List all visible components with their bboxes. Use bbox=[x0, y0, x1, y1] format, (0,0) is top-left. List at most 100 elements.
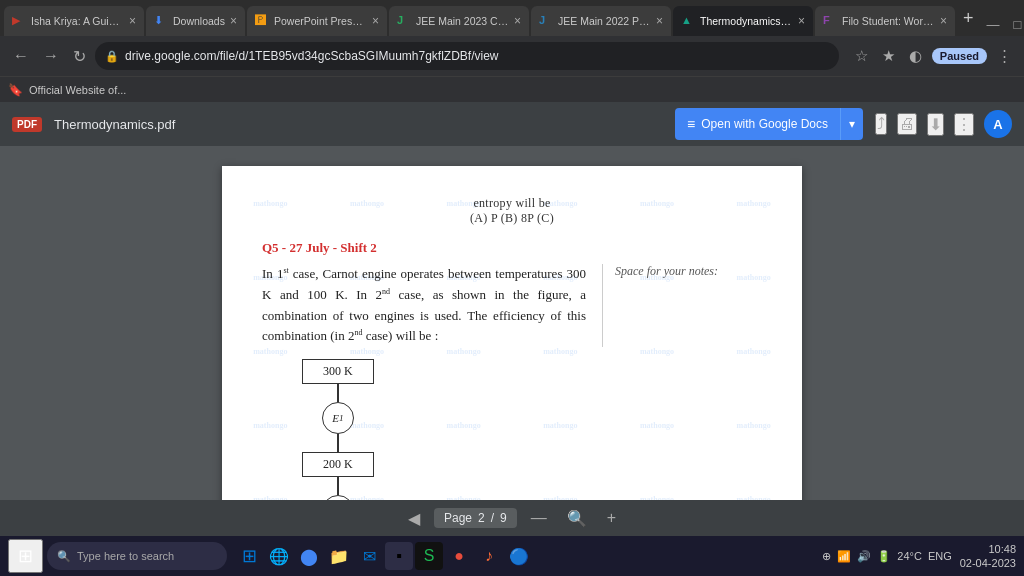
more-options-button[interactable]: ⋮ bbox=[954, 113, 974, 136]
diag-line-3 bbox=[337, 477, 339, 495]
question-text: In 1st case, Carnot engine operates betw… bbox=[262, 264, 602, 347]
taskbar-app-mail[interactable]: ✉ bbox=[355, 542, 383, 570]
tab-close[interactable]: × bbox=[940, 14, 947, 28]
tray-icon-wifi: 📶 bbox=[837, 550, 851, 563]
print-button[interactable]: 🖨 bbox=[897, 113, 917, 135]
tab-isha-kriya[interactable]: ▶ Isha Kriya: A Guided... × bbox=[4, 6, 144, 36]
tab-close[interactable]: × bbox=[230, 14, 237, 28]
tab-bar: ▶ Isha Kriya: A Guided... × ⬇ Downloads … bbox=[0, 0, 1024, 36]
pdf-logo: PDF bbox=[12, 117, 42, 132]
taskbar-app-s[interactable]: S bbox=[415, 542, 443, 570]
tab-label: Filo Student: World's... bbox=[842, 15, 935, 27]
minimize-button[interactable]: — bbox=[981, 13, 1004, 36]
taskbar-app-circle2[interactable]: 🔵 bbox=[505, 542, 533, 570]
bookmarks-bar: 🔖 Official Website of... bbox=[0, 76, 1024, 102]
taskbar-app-db[interactable]: ▪ bbox=[385, 542, 413, 570]
tab-jee2022[interactable]: J JEE Main 2022 Physic... × bbox=[531, 6, 671, 36]
open-with-docs-button[interactable]: ≡ Open with Google Docs bbox=[675, 108, 840, 140]
question-heading: Q5 - 27 July - Shift 2 bbox=[262, 240, 762, 256]
clock-date: 02-04-2023 bbox=[960, 556, 1016, 570]
page-label: Page bbox=[444, 511, 472, 525]
user-avatar[interactable]: A bbox=[984, 110, 1012, 138]
weather-text: 24°C bbox=[897, 550, 922, 562]
profile-icon[interactable]: ◐ bbox=[905, 44, 926, 68]
paused-badge: Paused bbox=[932, 48, 987, 64]
tab-favicon: ▶ bbox=[12, 14, 26, 28]
tab-downloads[interactable]: ⬇ Downloads × bbox=[146, 6, 245, 36]
refresh-button[interactable]: ↻ bbox=[68, 43, 91, 70]
extension-icon[interactable]: ★ bbox=[878, 44, 899, 68]
browser-window: ▶ Isha Kriya: A Guided... × ⬇ Downloads … bbox=[0, 0, 1024, 576]
tab-label: Isha Kriya: A Guided... bbox=[31, 15, 124, 27]
pdf-content: entropy will be (A) P (B) 8P (C) Q5 - 27… bbox=[262, 196, 762, 500]
page-indicator: Page 2 / 9 bbox=[434, 508, 517, 528]
question-body: In 1st case, Carnot engine operates betw… bbox=[262, 264, 762, 347]
navigation-bar: ← → ↻ 🔒 drive.google.com/file/d/1TEB95vd… bbox=[0, 36, 1024, 76]
tab-close[interactable]: × bbox=[372, 14, 379, 28]
maximize-button[interactable]: □ bbox=[1008, 13, 1024, 36]
nav-right-icons: ☆ ★ ◐ Paused ⋮ bbox=[851, 44, 1016, 68]
tab-close[interactable]: × bbox=[129, 14, 136, 28]
tab-thermodynamics[interactable]: ▲ Thermodynamics.pdf × bbox=[673, 6, 813, 36]
zoom-in-button[interactable]: + bbox=[601, 506, 622, 530]
search-button[interactable]: 🔍 bbox=[561, 506, 593, 531]
pdf-title: Thermodynamics.pdf bbox=[54, 117, 663, 132]
zoom-out-button[interactable]: — bbox=[525, 506, 553, 530]
prev-options-text: (A) P (B) 8P (C) bbox=[470, 211, 554, 225]
taskbar-app-chrome[interactable]: ⬤ bbox=[295, 542, 323, 570]
taskbar-right: ⊕ 📶 🔊 🔋 24°C ENG 10:48 02-04-2023 bbox=[822, 542, 1016, 571]
tab-filo[interactable]: F Filo Student: World's... × bbox=[815, 6, 955, 36]
bookmark-star-icon[interactable]: ☆ bbox=[851, 44, 872, 68]
pdf-topbar-right: ⤴ 🖨 ⬇ ⋮ A bbox=[875, 110, 1012, 138]
tab-favicon: 🅿 bbox=[255, 14, 269, 28]
taskbar: ⊞ 🔍 Type here to search ⊞ 🌐 ⬤ 📁 ✉ ▪ S ● … bbox=[0, 536, 1024, 576]
taskbar-app-windows[interactable]: ⊞ bbox=[235, 542, 263, 570]
current-page: 2 bbox=[478, 511, 485, 525]
temp-box-200: 200 K bbox=[302, 452, 374, 477]
notes-label: Space for your notes: bbox=[615, 264, 718, 278]
tab-close[interactable]: × bbox=[798, 14, 805, 28]
diagram-area: 300 K E1 200 K E1 100 K bbox=[262, 359, 762, 500]
new-tab-button[interactable]: + bbox=[957, 8, 980, 29]
prev-page-button[interactable]: ◀ bbox=[402, 506, 426, 531]
diagram-row: 300 K E1 200 K E1 100 K bbox=[302, 359, 424, 500]
tab-label: Thermodynamics.pdf bbox=[700, 15, 793, 27]
diag-line-2 bbox=[337, 434, 339, 452]
pdf-body: // Populated inline below mathongomathon… bbox=[0, 146, 1024, 500]
tab-favicon: F bbox=[823, 14, 837, 28]
pdf-page-container[interactable]: // Populated inline below mathongomathon… bbox=[0, 146, 1024, 500]
open-docs-dropdown-button[interactable]: ▾ bbox=[840, 108, 863, 140]
tab-favicon: ⬇ bbox=[154, 14, 168, 28]
page-separator: / bbox=[491, 511, 494, 525]
engine-circle-1: E1 bbox=[322, 402, 354, 434]
download-button[interactable]: ⬇ bbox=[927, 113, 944, 136]
engine-circle-2: E1 bbox=[322, 495, 354, 500]
taskbar-app-music[interactable]: ♪ bbox=[475, 542, 503, 570]
taskbar-app-icons: ⊞ 🌐 ⬤ 📁 ✉ ▪ S ● ♪ 🔵 bbox=[235, 542, 533, 570]
more-menu-button[interactable]: ⋮ bbox=[993, 44, 1016, 68]
bookmark-label[interactable]: Official Website of... bbox=[29, 84, 126, 96]
start-button[interactable]: ⊞ bbox=[8, 539, 43, 573]
engine-diagram: 300 K E1 200 K E1 100 K bbox=[302, 359, 374, 500]
back-button[interactable]: ← bbox=[8, 43, 34, 69]
tab-powerpoint[interactable]: 🅿 PowerPoint Presenta... × bbox=[247, 6, 387, 36]
forward-button[interactable]: → bbox=[38, 43, 64, 69]
taskbar-app-circle[interactable]: ● bbox=[445, 542, 473, 570]
share-button[interactable]: ⤴ bbox=[875, 113, 887, 135]
tab-close[interactable]: × bbox=[656, 14, 663, 28]
open-docs-label: Open with Google Docs bbox=[701, 117, 828, 131]
tab-jee2023[interactable]: J JEE Main 2023 Chap... × bbox=[389, 6, 529, 36]
tray-icon-vol: 🔊 bbox=[857, 550, 871, 563]
notes-area: Space for your notes: bbox=[602, 264, 762, 347]
total-pages: 9 bbox=[500, 511, 507, 525]
address-bar[interactable]: 🔒 drive.google.com/file/d/1TEB95vd34gcSc… bbox=[95, 42, 839, 70]
taskbar-search[interactable]: 🔍 Type here to search bbox=[47, 542, 227, 570]
tab-label: JEE Main 2023 Chap... bbox=[416, 15, 509, 27]
taskbar-app-explorer[interactable]: 📁 bbox=[325, 542, 353, 570]
docs-icon: ≡ bbox=[687, 116, 695, 132]
taskbar-app-edge[interactable]: 🌐 bbox=[265, 542, 293, 570]
tab-label: Downloads bbox=[173, 15, 225, 27]
prev-question-stub: entropy will be (A) P (B) 8P (C) bbox=[262, 196, 762, 226]
pdf-page: // Populated inline below mathongomathon… bbox=[222, 166, 802, 500]
tab-close[interactable]: × bbox=[514, 14, 521, 28]
